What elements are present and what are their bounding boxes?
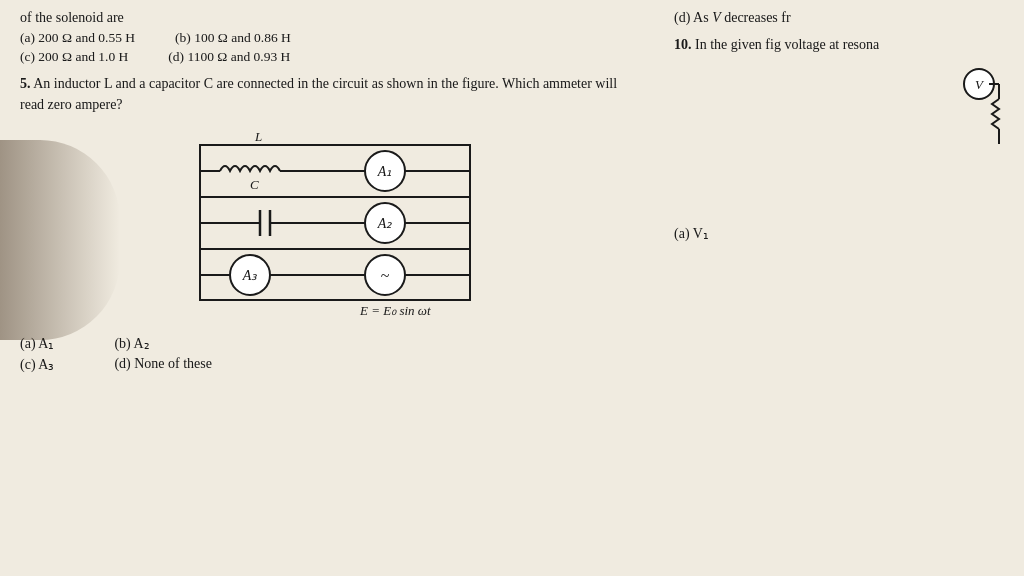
top-section: of the solenoid are (a) 200 Ω and 0.55 H… [20,10,1004,373]
q-right-opt-d: (d) As V decreases fr [674,10,1004,26]
right-opt-d-text: (d) As V decreases fr [674,10,791,25]
q5-ans-c: (c) A₃ [20,356,54,373]
label-C: C [250,177,259,192]
q10-number: 10. [674,37,692,52]
ammeter-a2-label: A₂ [377,216,393,231]
q5-body: An inductor L and a capacitor C are conn… [20,76,617,112]
q5-number: 5. [20,76,31,91]
e-label: E = E₀ sin ωt [359,303,431,318]
solenoid-text: of the solenoid are [20,10,124,25]
q10-ans-a: (a) V₁ [674,226,709,241]
q10-body: In the given fig voltage at resona [695,37,879,52]
circuit-svg: L A₁ C [160,125,500,325]
answers-right-col: (b) A₂ (d) None of these [114,335,212,372]
left-column: of the solenoid are (a) 200 Ω and 0.55 H… [20,10,640,373]
ammeter-a3-label: A₃ [242,268,259,283]
answers-left-col: (a) A₁ (c) A₃ [20,335,54,373]
q5-answers: (a) A₁ (c) A₃ (b) A₂ (d) None of these [20,335,640,373]
q4-options-row1: (a) 200 Ω and 0.55 H (b) 100 Ω and 0.86 … [20,30,640,46]
q5-ans-b: (b) A₂ [114,335,212,352]
page: of the solenoid are (a) 200 Ω and 0.55 H… [0,0,1024,576]
right-column: (d) As V decreases fr 10. In the given f… [654,10,1004,373]
question-5: 5. An inductor L and a capacitor C are c… [20,73,640,373]
solenoid-header: of the solenoid are [20,10,640,26]
q10-circuit: V [674,64,1004,184]
q5-ans-a: (a) A₁ [20,335,54,352]
q5-ans-d: (d) None of these [114,356,212,372]
label-L: L [254,129,262,144]
q4-options-row2: (c) 200 Ω and 1.0 H (d) 1100 Ω and 0.93 … [20,49,640,65]
q10-text: 10. In the given fig voltage at resona [674,34,1004,56]
ac-source-symbol: ~ [381,267,390,284]
q10-circuit-svg: V [924,64,1004,184]
circuit-diagram: L A₁ C [20,125,640,325]
q4-opt-a: (a) 200 Ω and 0.55 H [20,30,135,46]
q4-opt-b: (b) 100 Ω and 0.86 H [175,30,291,46]
q10-answers: (a) V₁ [674,224,1004,242]
q4-opt-c: (c) 200 Ω and 1.0 H [20,49,128,65]
q4-opt-d: (d) 1100 Ω and 0.93 H [168,49,290,65]
q5-text: 5. An inductor L and a capacitor C are c… [20,73,640,115]
ammeter-a1-label: A₁ [377,164,393,179]
